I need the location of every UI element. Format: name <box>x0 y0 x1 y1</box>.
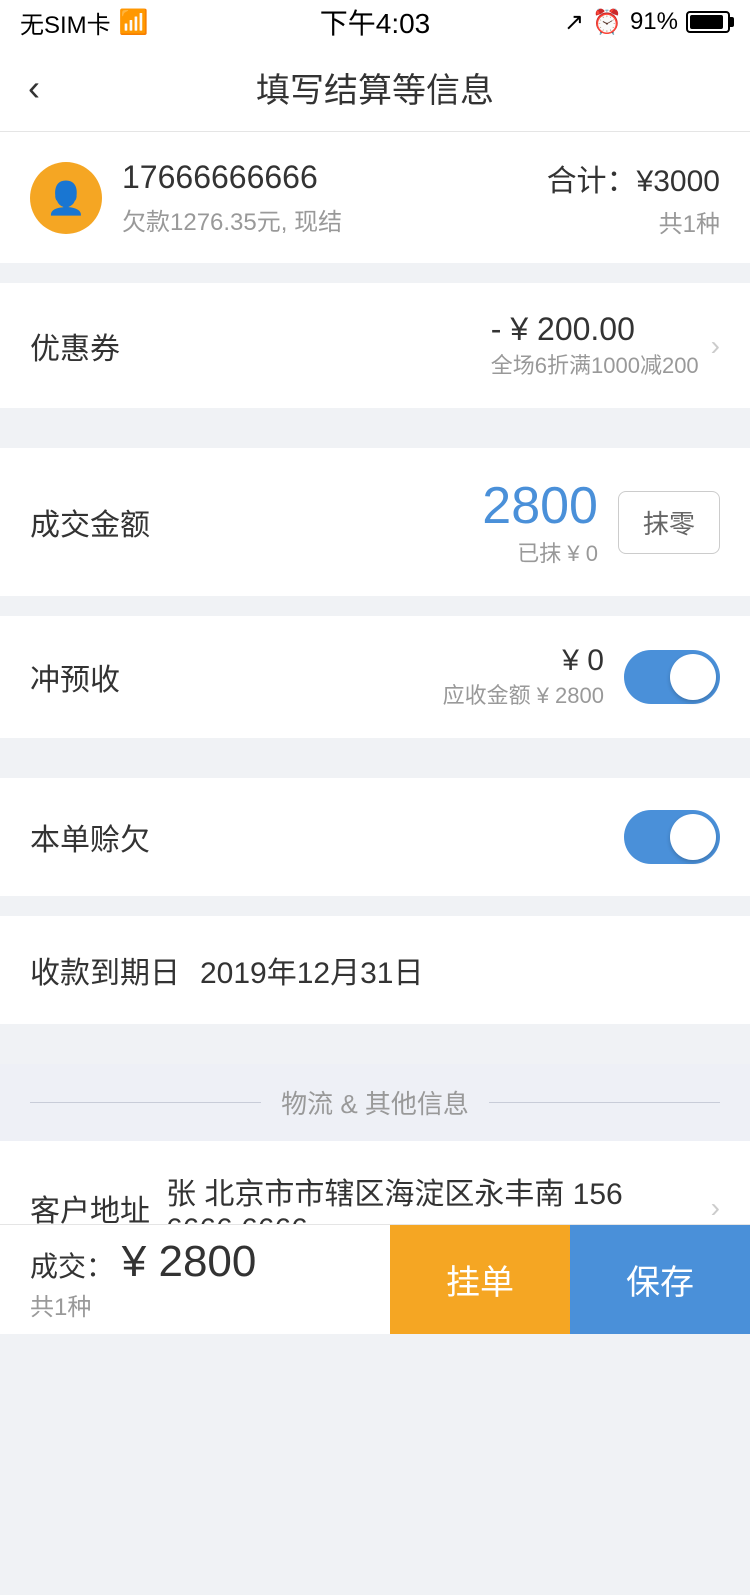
coupon-arrow-icon: › <box>711 330 720 362</box>
wifi-icon: 📶 <box>119 8 149 37</box>
customer-debt: 欠款1276.35元, 现结 <box>122 202 342 237</box>
credit-toggle-knob <box>670 814 716 860</box>
section-header-line-left <box>30 1102 261 1103</box>
coupon-desc: 全场6折满1000减200 <box>491 348 699 380</box>
content: 👤 17666666666 欠款1276.35元, 现结 合计：¥3000 共1… <box>0 132 750 1595</box>
prepay-right: ¥ 0 应收金额 ¥ 2800 <box>443 644 720 710</box>
bottom-deal-amount: ¥ 2800 <box>122 1237 257 1286</box>
deal-row: 成交金额 2800 已抹 ¥ 0 抹零 <box>0 448 750 596</box>
customer-right: 合计：¥3000 共1种 <box>547 156 720 239</box>
gray-divider-1 <box>0 428 750 448</box>
customer-phone: 17666666666 <box>122 159 342 196</box>
page-title: 填写结算等信息 <box>256 63 494 112</box>
bottom-deal-label: 成交： <box>30 1251 114 1282</box>
coupon-row[interactable]: 优惠券 - ¥ 200.00 全场6折满1000减200 › <box>0 283 750 408</box>
deal-amount-col: 2800 已抹 ¥ 0 <box>482 476 598 568</box>
coupon-info: - ¥ 200.00 全场6折满1000减200 <box>491 311 699 380</box>
erase-button[interactable]: 抹零 <box>618 491 720 554</box>
due-row: 收款到期日 2019年12月31日 <box>0 916 750 1024</box>
deal-amount: 2800 <box>482 476 598 536</box>
avatar-icon: 👤 <box>46 179 86 217</box>
total-amount: 合计：¥3000 <box>547 156 720 200</box>
prepay-receivable: 应收金额 ¥ 2800 <box>443 678 604 710</box>
section-header-line-right <box>489 1102 720 1103</box>
coupon-right: - ¥ 200.00 全场6折满1000减200 › <box>491 311 720 380</box>
avatar: 👤 <box>30 162 102 234</box>
back-button[interactable]: ‹ <box>28 67 40 109</box>
deal-right: 2800 已抹 ¥ 0 抹零 <box>482 476 720 568</box>
total-count: 共1种 <box>547 204 720 239</box>
prepay-row: 冲预收 ¥ 0 应收金额 ¥ 2800 <box>0 616 750 738</box>
battery-icon <box>686 11 730 33</box>
customer-row: 👤 17666666666 欠款1276.35元, 现结 合计：¥3000 共1… <box>0 132 750 263</box>
credit-row: 本单赊欠 <box>0 778 750 896</box>
bottom-bar: 成交： ¥ 2800 共1种 挂单 保存 <box>0 1224 750 1334</box>
gray-divider-2 <box>0 758 750 778</box>
gray-divider-3 <box>0 1044 750 1064</box>
location-icon: ↗ <box>564 8 584 37</box>
hang-button[interactable]: 挂单 <box>390 1225 570 1334</box>
bottom-count: 共1种 <box>30 1287 360 1322</box>
coupon-discount: - ¥ 200.00 <box>491 311 699 348</box>
bottom-summary: 成交： ¥ 2800 共1种 <box>0 1237 390 1322</box>
customer-info: 17666666666 欠款1276.35元, 现结 <box>122 159 342 237</box>
due-label: 收款到期日 <box>30 948 180 992</box>
due-date: 2019年12月31日 <box>200 948 423 992</box>
prepay-label: 冲预收 <box>30 655 120 699</box>
address-arrow-icon: › <box>711 1192 720 1224</box>
deal-label: 成交金额 <box>30 500 150 544</box>
prepay-amount: ¥ 0 <box>443 644 604 678</box>
section-header-text: 物流 & 其他信息 <box>281 1084 469 1121</box>
status-time: 下午4:03 <box>320 2 431 42</box>
status-right: ↗ ⏰ 91% <box>564 8 730 37</box>
status-left: 无SIM卡 📶 <box>20 5 149 40</box>
credit-toggle[interactable] <box>624 810 720 864</box>
alarm-icon: ⏰ <box>592 8 622 37</box>
carrier-text: 无SIM卡 <box>20 5 111 40</box>
deal-erased: 已抹 ¥ 0 <box>482 536 598 568</box>
customer-left: 👤 17666666666 欠款1276.35元, 现结 <box>30 159 342 237</box>
toggle-knob <box>670 654 716 700</box>
coupon-label: 优惠券 <box>30 324 120 368</box>
nav-bar: ‹ 填写结算等信息 <box>0 44 750 132</box>
section-header: 物流 & 其他信息 <box>0 1064 750 1141</box>
status-bar: 无SIM卡 📶 下午4:03 ↗ ⏰ 91% <box>0 0 750 44</box>
bottom-deal-row: 成交： ¥ 2800 <box>30 1237 360 1287</box>
bottom-actions: 挂单 保存 <box>390 1225 750 1334</box>
battery-percent: 91% <box>630 8 678 36</box>
credit-label: 本单赊欠 <box>30 815 150 859</box>
save-button[interactable]: 保存 <box>570 1225 750 1334</box>
prepay-amount-col: ¥ 0 应收金额 ¥ 2800 <box>443 644 604 710</box>
prepay-toggle[interactable] <box>624 650 720 704</box>
